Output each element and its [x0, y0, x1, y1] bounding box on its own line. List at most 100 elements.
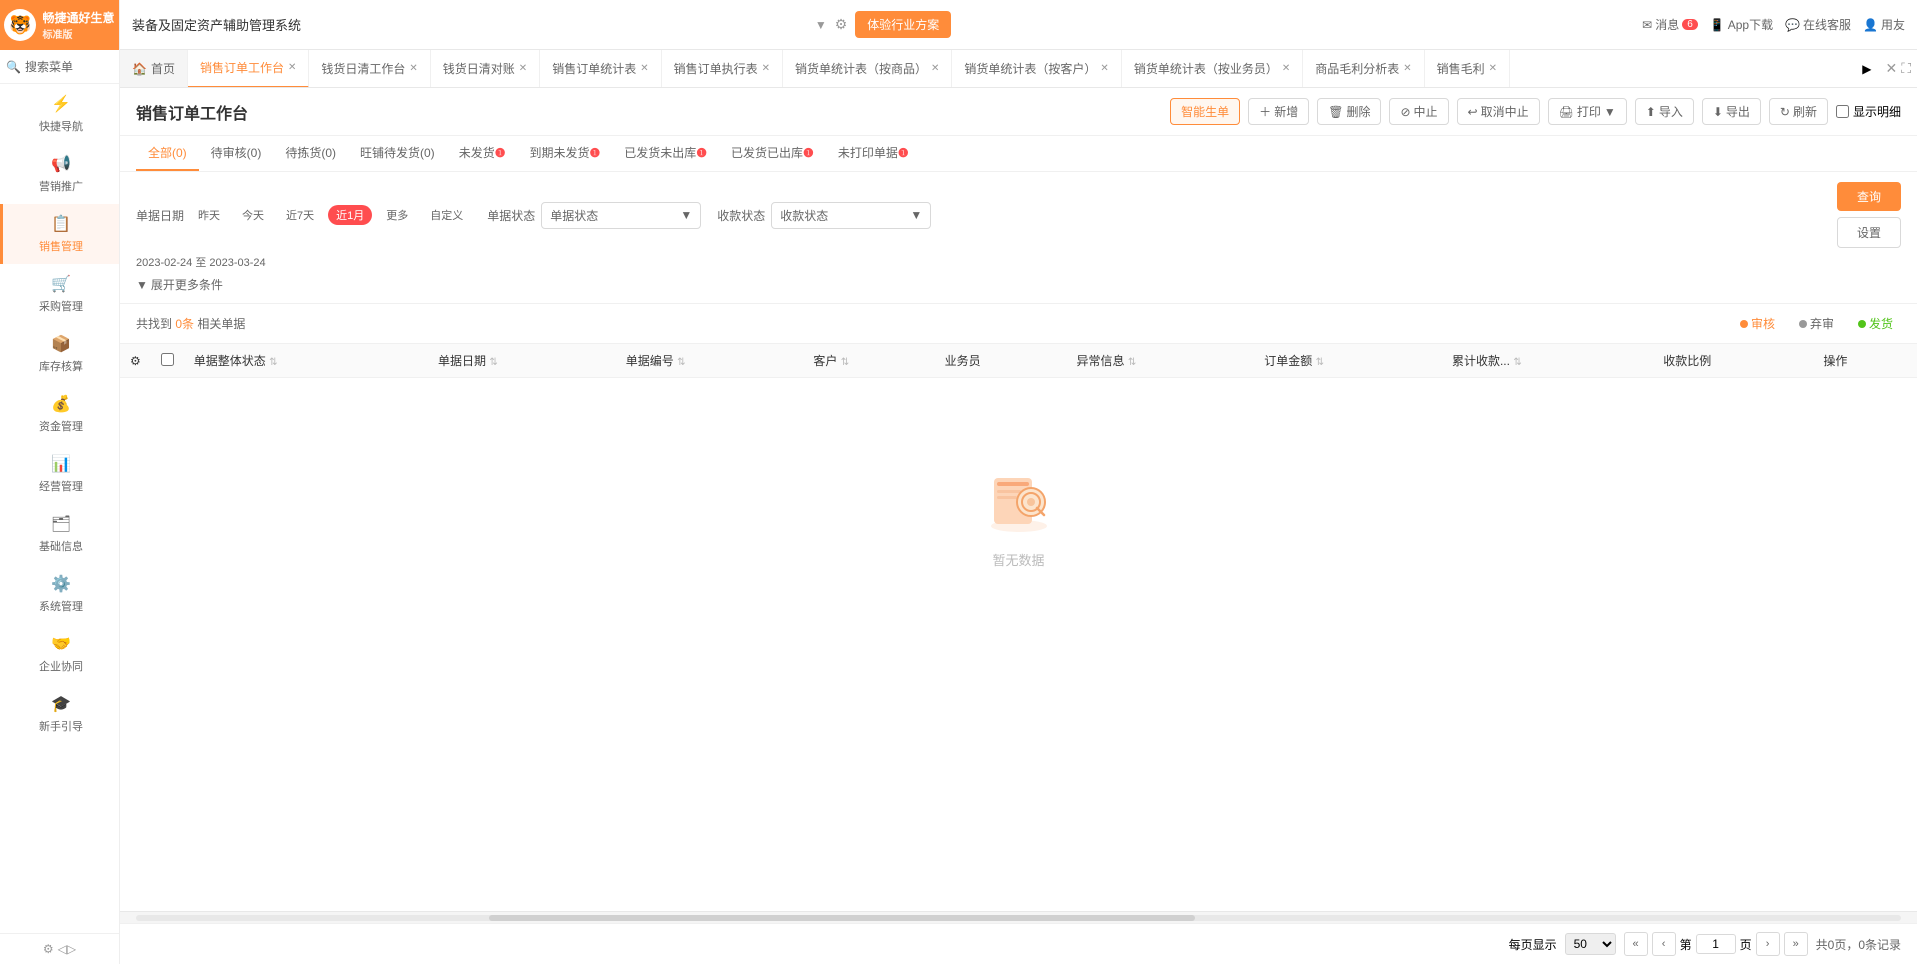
expand-btn[interactable]: ▼ 展开更多条件: [136, 276, 1901, 293]
th-settings[interactable]: ⚙: [120, 344, 151, 378]
tab-sales-summary-customer[interactable]: 销货单统计表（按客户） ✕: [952, 50, 1121, 88]
sort-date[interactable]: ⇅: [489, 357, 497, 368]
tab-sales-workbench[interactable]: 销售订单工作台 ✕: [188, 50, 309, 88]
tab-close-all[interactable]: ✕: [1885, 60, 1897, 77]
sidebar-item-operations[interactable]: 📊 经营管理: [0, 444, 119, 504]
date-btn-7days[interactable]: 近7天: [278, 205, 322, 225]
tab-close-summary-customer[interactable]: ✕: [1100, 63, 1108, 74]
date-btn-custom[interactable]: 自定义: [422, 205, 471, 225]
sidebar-item-inventory[interactable]: 📦 库存核算: [0, 324, 119, 384]
app-download-action[interactable]: 📱 App下载: [1710, 16, 1773, 33]
page-input[interactable]: [1696, 934, 1736, 954]
sidebar-item-system[interactable]: ⚙️ 系统管理: [0, 564, 119, 624]
settings-topbar-icon[interactable]: ⚙: [835, 16, 848, 33]
subtab-expired-not-shipped[interactable]: 到期未发货❶: [517, 136, 612, 171]
date-btn-today[interactable]: 今天: [234, 205, 272, 225]
sidebar-item-purchase[interactable]: 🛒 采购管理: [0, 264, 119, 324]
tab-sales-summary-product[interactable]: 销货单统计表（按商品） ✕: [783, 50, 952, 88]
sidebar-item-finance[interactable]: 💰 资金管理: [0, 384, 119, 444]
import-btn[interactable]: ⬆ 导入: [1635, 98, 1694, 125]
tab-close-sales-profit[interactable]: ✕: [1489, 63, 1497, 74]
message-action[interactable]: ✉ 消息 6: [1642, 16, 1698, 33]
tab-close-cash-daily[interactable]: ✕: [409, 63, 417, 74]
tab-overflow[interactable]: ▶: [1854, 62, 1879, 76]
sort-number[interactable]: ⇅: [677, 357, 685, 368]
collapse-icon[interactable]: ◁▷: [58, 942, 76, 956]
tab-close-sales-exec[interactable]: ✕: [762, 63, 770, 74]
dropdown-icon[interactable]: ▼: [815, 18, 827, 32]
subtab-wangpu[interactable]: 旺铺待发货(0): [348, 136, 447, 171]
show-detail-checkbox[interactable]: [1836, 105, 1849, 118]
tab-home[interactable]: 🏠 首页: [120, 50, 188, 88]
prev-page-btn[interactable]: ‹: [1652, 932, 1676, 956]
status-select[interactable]: 单据状态 ▼: [541, 202, 701, 229]
table-wrap: ⚙ 单据整体状态 ⇅ 单据日期 ⇅ 单据编号: [120, 344, 1917, 911]
tab-close-margin[interactable]: ✕: [1403, 63, 1411, 74]
query-btn[interactable]: 查询: [1837, 182, 1901, 211]
next-page-btn[interactable]: ›: [1756, 932, 1780, 956]
subtab-pending-review[interactable]: 待审核(0): [199, 136, 274, 171]
tab-sales-summary-staff[interactable]: 销货单统计表（按业务员） ✕: [1122, 50, 1303, 88]
user-action[interactable]: 👤 用友: [1863, 16, 1905, 33]
tab-sales-stat[interactable]: 销售订单统计表 ✕: [540, 50, 661, 88]
scroll-thumb[interactable]: [489, 915, 1195, 921]
sidebar-item-quick[interactable]: ⚡ 快捷导航: [0, 84, 119, 144]
sort-amount[interactable]: ⇅: [1316, 357, 1324, 368]
subtab-not-printed[interactable]: 未打印单据❶: [826, 136, 921, 171]
export-btn[interactable]: ⬇ 导出: [1702, 98, 1761, 125]
tab-close-summary-product[interactable]: ✕: [931, 63, 939, 74]
tab-expand[interactable]: ⛶: [1901, 60, 1911, 77]
subtab-not-shipped[interactable]: 未发货❶: [447, 136, 518, 171]
print-btn[interactable]: 🖨 打印 ▼: [1548, 98, 1627, 125]
horizontal-scrollbar[interactable]: [120, 911, 1917, 923]
last-page-btn[interactable]: »: [1784, 932, 1808, 956]
add-btn[interactable]: ＋ 新增: [1248, 98, 1309, 125]
ship-btn[interactable]: 发货: [1850, 312, 1901, 335]
select-all-checkbox[interactable]: [161, 353, 174, 366]
payment-select[interactable]: 收款状态 ▼: [771, 202, 931, 229]
filter-bar: 单据日期 昨天 今天 近7天 近1月 更多 自定义 单据状态 单据状态 ▼: [120, 172, 1917, 304]
sort-status[interactable]: ⇅: [269, 357, 277, 368]
sidebar-item-base[interactable]: 🗂 基础信息: [0, 504, 119, 564]
stop-btn[interactable]: ⊘ 中止: [1389, 98, 1448, 125]
review-btn[interactable]: 审核: [1732, 312, 1783, 335]
cancel-stop-btn[interactable]: ↩ 取消中止: [1457, 98, 1540, 125]
refresh-btn[interactable]: ↻ 刷新: [1769, 98, 1828, 125]
tab-sales-exec[interactable]: 销售订单执行表 ✕: [662, 50, 783, 88]
tab-cash-daily[interactable]: 钱货日清工作台 ✕: [309, 50, 430, 88]
setting-btn[interactable]: 设置: [1837, 217, 1901, 248]
th-checkbox[interactable]: [151, 344, 184, 378]
tab-sales-profit[interactable]: 销售毛利 ✕: [1425, 50, 1510, 88]
sidebar-item-newbie[interactable]: 🎓 新手引导: [0, 684, 119, 744]
industry-btn[interactable]: 体验行业方案: [855, 11, 951, 38]
tab-cash-reconcile[interactable]: 钱货日清对账 ✕: [431, 50, 540, 88]
tab-close-summary-staff[interactable]: ✕: [1282, 63, 1290, 74]
sort-customer[interactable]: ⇅: [841, 357, 849, 368]
settings-icon[interactable]: ⚙: [43, 942, 54, 956]
first-page-btn[interactable]: «: [1624, 932, 1648, 956]
sort-collected[interactable]: ⇅: [1513, 357, 1521, 368]
page-size-select[interactable]: 50 20 100: [1565, 933, 1616, 955]
sidebar-search[interactable]: 🔍 搜索菜单: [0, 50, 119, 84]
sidebar-item-marketing[interactable]: 📢 营销推广: [0, 144, 119, 204]
subtab-shipped-not-warehoused[interactable]: 已发货未出库❶: [612, 136, 719, 171]
search-icon: 🔍: [6, 60, 21, 74]
date-btn-more[interactable]: 更多: [378, 205, 416, 225]
subtab-all[interactable]: 全部(0): [136, 136, 199, 171]
date-btn-yesterday[interactable]: 昨天: [190, 205, 228, 225]
sidebar-item-sales[interactable]: 📋 销售管理: [0, 204, 119, 264]
tab-close-cash-reconcile[interactable]: ✕: [519, 63, 527, 74]
tab-close-sales-workbench[interactable]: ✕: [288, 62, 296, 73]
online-service-action[interactable]: 💬 在线客服: [1785, 16, 1851, 33]
subtab-shipped-warehoused[interactable]: 已发货已出库❶: [719, 136, 826, 171]
cancel-review-btn[interactable]: 弃审: [1791, 312, 1842, 335]
sort-exception[interactable]: ⇅: [1128, 357, 1136, 368]
tab-margin[interactable]: 商品毛利分析表 ✕: [1303, 50, 1424, 88]
show-detail-toggle[interactable]: 显示明细: [1836, 103, 1901, 120]
tab-close-sales-stat[interactable]: ✕: [640, 63, 648, 74]
delete-btn[interactable]: 🗑 删除: [1317, 98, 1381, 125]
smart-create-btn[interactable]: 智能生单: [1170, 98, 1240, 125]
subtab-pending-inspect[interactable]: 待拣货(0): [273, 136, 348, 171]
sidebar-item-enterprise[interactable]: 🤝 企业协同: [0, 624, 119, 684]
date-btn-1month[interactable]: 近1月: [328, 205, 372, 225]
